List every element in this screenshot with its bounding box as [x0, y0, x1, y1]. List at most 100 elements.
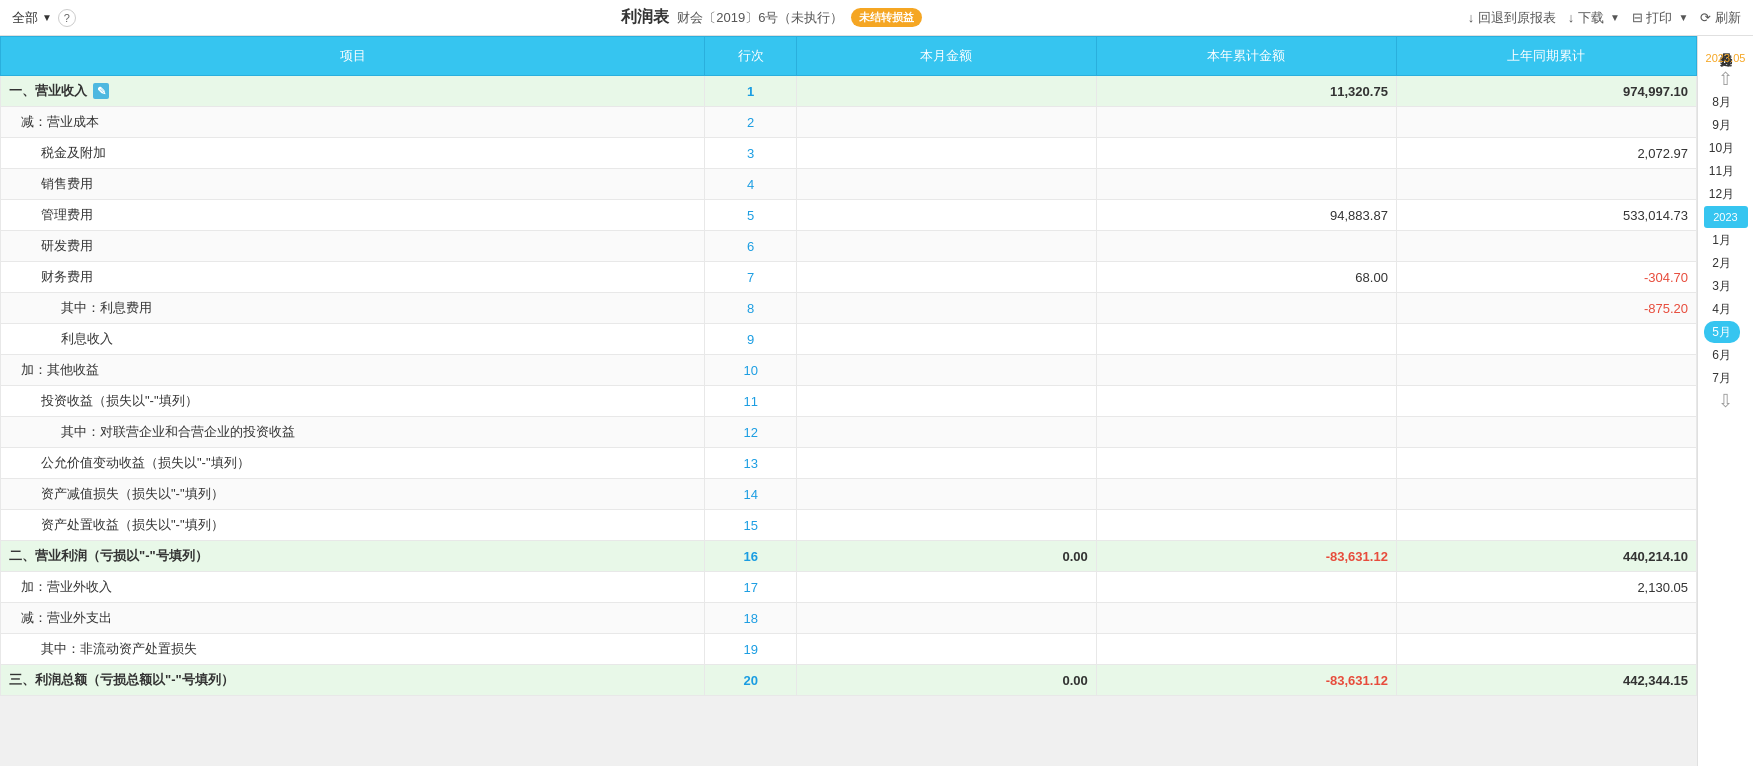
month-item[interactable]: 7月	[1704, 367, 1740, 389]
cell-current-month	[796, 107, 1096, 138]
top-bar-left: 全部 ▼ ?	[12, 9, 76, 27]
cell-current-year	[1096, 231, 1396, 262]
table-header-row: 项目 行次 本月金额 本年累计金额 上年同期累计	[1, 37, 1697, 76]
cell-row-num: 6	[705, 231, 796, 262]
print-chevron-icon: ▼	[1678, 12, 1688, 23]
download-btn[interactable]: ↓ 下载 ▼	[1568, 9, 1620, 27]
cell-row-num: 11	[705, 386, 796, 417]
table-row: 投资收益（损失以"-"填列）11	[1, 386, 1697, 417]
table-row: 管理费用594,883.87533,014.73	[1, 200, 1697, 231]
cell-current-month	[796, 510, 1096, 541]
month-item[interactable]: 6月	[1704, 344, 1740, 366]
month-item[interactable]: 3月	[1704, 275, 1740, 297]
cell-current-month	[796, 634, 1096, 665]
cell-item-name: 销售费用	[1, 169, 705, 200]
month-item[interactable]: 4月	[1704, 298, 1740, 320]
table-area: 项目 行次 本月金额 本年累计金额 上年同期累计 一、营业收入✎111,320.…	[0, 36, 1697, 766]
cell-row-num: 10	[705, 355, 796, 386]
table-row: 公允价值变动收益（损失以"-"填列）13	[1, 448, 1697, 479]
cell-row-num: 2	[705, 107, 796, 138]
cell-current-year	[1096, 107, 1396, 138]
cell-item-name: 利息收入	[1, 324, 705, 355]
table-row: 研发费用6	[1, 231, 1697, 262]
cell-last-year: 974,997.10	[1396, 76, 1696, 107]
report-title: 利润表	[621, 7, 669, 28]
table-row: 一、营业收入✎111,320.75974,997.10	[1, 76, 1697, 107]
table-row: 其中：对联营企业和合营企业的投资收益12	[1, 417, 1697, 448]
cell-current-month	[796, 169, 1096, 200]
cell-item-name: 研发费用	[1, 231, 705, 262]
cell-last-year	[1396, 231, 1696, 262]
cell-current-month	[796, 293, 1096, 324]
month-item[interactable]: 2月	[1704, 252, 1740, 274]
cell-item-name: 投资收益（损失以"-"填列）	[1, 386, 705, 417]
table-row: 加：其他收益10	[1, 355, 1697, 386]
cell-current-month	[796, 355, 1096, 386]
cell-current-month	[796, 262, 1096, 293]
top-bar: 全部 ▼ ? 利润表 财会〔2019〕6号（未执行） 未结转损益 ↓ 回退到原报…	[0, 0, 1753, 36]
month-item[interactable]: 10月	[1704, 137, 1740, 159]
cell-current-month	[796, 603, 1096, 634]
cell-last-year	[1396, 479, 1696, 510]
cell-row-num: 9	[705, 324, 796, 355]
cell-current-year	[1096, 386, 1396, 417]
nav-up-btn[interactable]: ⇧	[1710, 69, 1742, 89]
back-btn[interactable]: ↓ 回退到原报表	[1468, 9, 1556, 27]
col-current-year: 本年累计金额	[1096, 37, 1396, 76]
cell-item-name: 财务费用	[1, 262, 705, 293]
cell-item-name: 三、利润总额（亏损总额以"-"号填列）	[1, 665, 705, 696]
cell-last-year	[1396, 324, 1696, 355]
help-icon[interactable]: ?	[58, 9, 76, 27]
cell-row-num: 16	[705, 541, 796, 572]
top-bar-center: 利润表 财会〔2019〕6号（未执行） 未结转损益	[621, 7, 922, 28]
cell-item-name: 资产处置收益（损失以"-"填列）	[1, 510, 705, 541]
cell-current-month	[796, 76, 1096, 107]
cell-current-year	[1096, 355, 1396, 386]
year-marker[interactable]: 2023	[1704, 206, 1748, 228]
nav-down-btn[interactable]: ⇩	[1710, 391, 1742, 411]
cell-row-num: 15	[705, 510, 796, 541]
cell-last-year	[1396, 634, 1696, 665]
col-item: 项目	[1, 37, 705, 76]
month-item[interactable]: 11月	[1704, 160, 1740, 182]
edit-icon[interactable]: ✎	[93, 83, 109, 99]
cell-last-year	[1396, 510, 1696, 541]
cell-last-year	[1396, 169, 1696, 200]
cell-current-year: 11,320.75	[1096, 76, 1396, 107]
main-content: 项目 行次 本月金额 本年累计金额 上年同期累计 一、营业收入✎111,320.…	[0, 36, 1753, 766]
cell-current-year: -83,631.12	[1096, 665, 1396, 696]
cell-last-year: -875.20	[1396, 293, 1696, 324]
cell-row-num: 18	[705, 603, 796, 634]
cell-current-year	[1096, 324, 1396, 355]
cell-last-year: 2,072.97	[1396, 138, 1696, 169]
cell-last-year	[1396, 417, 1696, 448]
month-item[interactable]: 9月	[1704, 114, 1740, 136]
print-btn[interactable]: ⊟ 打印 ▼	[1632, 9, 1689, 27]
cell-item-name: 一、营业收入✎	[1, 76, 705, 107]
cell-item-name: 减：营业成本	[1, 107, 705, 138]
cell-item-name: 加：其他收益	[1, 355, 705, 386]
cell-current-year	[1096, 510, 1396, 541]
profit-table: 项目 行次 本月金额 本年累计金额 上年同期累计 一、营业收入✎111,320.…	[0, 36, 1697, 696]
cell-current-year: -83,631.12	[1096, 541, 1396, 572]
all-menu-btn[interactable]: 全部 ▼	[12, 9, 52, 27]
cell-current-month: 0.00	[796, 665, 1096, 696]
month-item[interactable]: 5月	[1704, 321, 1740, 343]
month-list: 8月9月10月11月12月20231月2月3月4月5月6月7月	[1704, 90, 1748, 390]
side-panel-title: 月份选择	[1717, 40, 1734, 48]
month-item[interactable]: 12月	[1704, 183, 1740, 205]
cell-row-num: 4	[705, 169, 796, 200]
cell-last-year: 2,130.05	[1396, 572, 1696, 603]
cell-item-name: 管理费用	[1, 200, 705, 231]
col-current-month: 本月金额	[796, 37, 1096, 76]
table-row: 减：营业成本2	[1, 107, 1697, 138]
download-chevron-icon: ▼	[1610, 12, 1620, 23]
month-item[interactable]: 8月	[1704, 91, 1740, 113]
cell-current-month	[796, 200, 1096, 231]
month-item[interactable]: 1月	[1704, 229, 1740, 251]
cell-current-year	[1096, 417, 1396, 448]
table-row: 其中：非流动资产处置损失19	[1, 634, 1697, 665]
cell-current-year	[1096, 448, 1396, 479]
side-panel: 月份选择 2023.05 ⇧ 8月9月10月11月12月20231月2月3月4月…	[1697, 36, 1753, 766]
refresh-btn[interactable]: ⟳ 刷新	[1700, 9, 1741, 27]
